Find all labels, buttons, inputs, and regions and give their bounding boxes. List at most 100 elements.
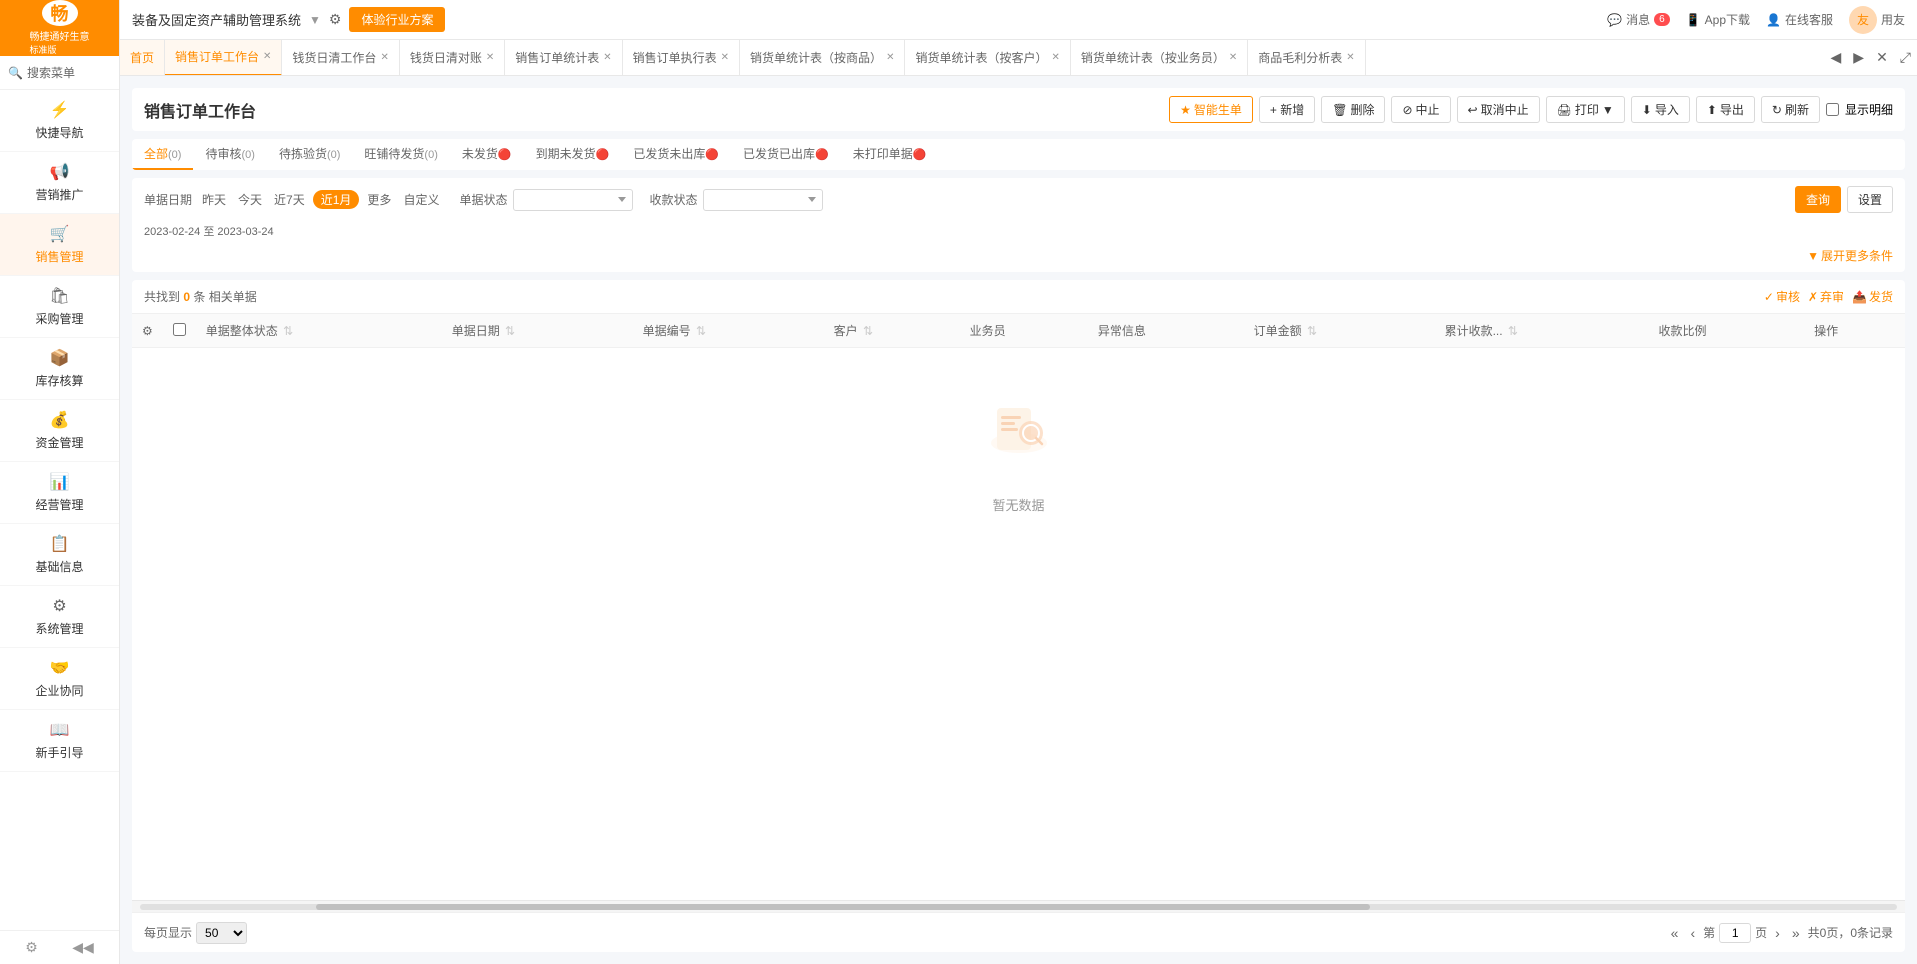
expand-filters-btn[interactable]: ▼ 展开更多条件 bbox=[1807, 247, 1893, 264]
cancel-stop-button[interactable]: ↩ 取消中止 bbox=[1457, 96, 1540, 123]
filter-tab-all[interactable]: 全部(0) bbox=[132, 139, 193, 170]
system-title-dropdown[interactable]: ▼ bbox=[309, 13, 321, 27]
page-input[interactable] bbox=[1719, 923, 1751, 943]
tab-close-icon[interactable]: ✕ bbox=[721, 52, 729, 63]
filter-tab-shipped-not-out[interactable]: 已发货未出库🔴 bbox=[621, 139, 731, 170]
export-button[interactable]: ⬆ 导出 bbox=[1696, 96, 1755, 123]
sort-icon[interactable]: ⇅ bbox=[283, 324, 293, 338]
filter-tab-count: (0) bbox=[241, 149, 254, 161]
sort-icon[interactable]: ⇅ bbox=[1508, 324, 1518, 338]
tab-close-icon[interactable]: ✕ bbox=[1051, 52, 1059, 63]
tab-close-all-btn[interactable]: ✕ bbox=[1870, 45, 1894, 70]
tab-cash-daily[interactable]: 钱货日清工作台 ✕ bbox=[282, 40, 399, 76]
show-detail-checkbox[interactable] bbox=[1826, 103, 1839, 116]
filter-tab-not-printed[interactable]: 未打印单据🔴 bbox=[841, 139, 939, 170]
tab-prev-btn[interactable]: ◀ bbox=[1825, 45, 1848, 70]
cancel-action-btn[interactable]: ✗ 弃审 bbox=[1808, 288, 1844, 305]
scrollbar-thumb[interactable] bbox=[316, 904, 1370, 910]
print-button[interactable]: 🖨 打印 ▼ bbox=[1546, 96, 1625, 123]
settings-icon[interactable]: ⚙ bbox=[25, 939, 38, 956]
tab-home[interactable]: 首页 bbox=[120, 40, 165, 76]
sidebar-item-inventory[interactable]: 📦 库存核算 bbox=[0, 338, 119, 400]
settings-col-header[interactable]: ⚙ bbox=[132, 314, 163, 348]
tab-cash-reconcile[interactable]: 钱货日清对账 ✕ bbox=[400, 40, 505, 76]
filter-tab-wangpu-deliver[interactable]: 旺铺待发货(0) bbox=[352, 139, 449, 170]
sort-icon[interactable]: ⇅ bbox=[863, 324, 873, 338]
tab-close-icon[interactable]: ✕ bbox=[1346, 52, 1354, 63]
last-page-btn[interactable]: » bbox=[1788, 923, 1804, 943]
date-opt-7days[interactable]: 近7天 bbox=[270, 189, 309, 210]
sidebar-item-sales[interactable]: 🛒 销售管理 bbox=[0, 214, 119, 276]
filter-tab-shipped-out[interactable]: 已发货已出库🔴 bbox=[731, 139, 841, 170]
date-opt-today[interactable]: 今天 bbox=[234, 189, 266, 210]
solution-button[interactable]: 体验行业方案 bbox=[349, 7, 445, 32]
system-icon: ⚙ bbox=[50, 596, 70, 616]
exception-col-header: 异常信息 bbox=[1088, 314, 1244, 348]
tab-margin-analysis[interactable]: 商品毛利分析表 ✕ bbox=[1248, 40, 1365, 76]
sort-icon[interactable]: ⇅ bbox=[505, 324, 515, 338]
app-download-item[interactable]: 📱 App下载 bbox=[1686, 11, 1750, 28]
tab-sales-execute[interactable]: 销售订单执行表 ✕ bbox=[623, 40, 740, 76]
tab-close-icon[interactable]: ✕ bbox=[1229, 52, 1237, 63]
date-opt-more[interactable]: 更多 bbox=[363, 189, 395, 210]
status-filter-item: 单据状态 bbox=[459, 189, 633, 211]
date-range-display: 2023-02-24 至 2023-03-24 bbox=[144, 223, 274, 239]
filter-tab-overdue-not-shipped[interactable]: 到期未发货🔴 bbox=[524, 139, 622, 170]
filter-tab-not-shipped[interactable]: 未发货🔴 bbox=[450, 139, 524, 170]
filter-tab-pending-review[interactable]: 待审核(0) bbox=[193, 139, 266, 170]
next-page-btn[interactable]: › bbox=[1771, 923, 1784, 943]
tab-close-icon[interactable]: ✕ bbox=[486, 52, 494, 63]
review-action-btn[interactable]: ✓ 审核 bbox=[1764, 288, 1800, 305]
ship-action-btn[interactable]: 📤 发货 bbox=[1852, 288, 1893, 305]
sidebar-item-corp[interactable]: 🤝 企业协同 bbox=[0, 648, 119, 710]
sidebar-item-purchase[interactable]: 🛍 采购管理 bbox=[0, 276, 119, 338]
tab-close-icon[interactable]: ✕ bbox=[603, 52, 611, 63]
add-button[interactable]: + 新增 bbox=[1259, 96, 1315, 123]
message-item[interactable]: 💬 消息 6 bbox=[1607, 11, 1670, 28]
tab-close-icon[interactable]: ✕ bbox=[886, 52, 894, 63]
date-opt-1month[interactable]: 近1月 bbox=[313, 190, 360, 209]
refresh-button[interactable]: ↻ 刷新 bbox=[1761, 96, 1820, 123]
sort-icon[interactable]: ⇅ bbox=[1307, 324, 1317, 338]
import-button[interactable]: ⬇ 导入 bbox=[1631, 96, 1690, 123]
prev-page-btn[interactable]: ‹ bbox=[1686, 923, 1699, 943]
topbar-gear-icon[interactable]: ⚙ bbox=[329, 11, 342, 28]
tab-sales-summary-customer[interactable]: 销货单统计表（按客户） ✕ bbox=[905, 40, 1070, 76]
tab-maximize-btn[interactable]: ⤢ bbox=[1894, 45, 1917, 70]
date-opt-yesterday[interactable]: 昨天 bbox=[198, 189, 230, 210]
payment-select[interactable] bbox=[703, 189, 823, 211]
smart-create-button[interactable]: ★ 智能生单 bbox=[1169, 96, 1253, 123]
collapse-icon[interactable]: ◀◀ bbox=[72, 939, 94, 956]
count-prefix: 共找到 bbox=[144, 290, 180, 304]
tab-close-icon[interactable]: ✕ bbox=[380, 52, 388, 63]
sidebar-item-operation[interactable]: 📊 经营管理 bbox=[0, 462, 119, 524]
sidebar-item-base-info[interactable]: 📋 基础信息 bbox=[0, 524, 119, 586]
sidebar-item-marketing[interactable]: 📢 营销推广 bbox=[0, 152, 119, 214]
horizontal-scrollbar[interactable] bbox=[132, 900, 1905, 912]
sidebar-item-system[interactable]: ⚙ 系统管理 bbox=[0, 586, 119, 648]
status-select[interactable] bbox=[513, 189, 633, 211]
sidebar-item-guide[interactable]: 📖 新手引导 bbox=[0, 710, 119, 772]
stop-button[interactable]: ⊘ 中止 bbox=[1391, 96, 1450, 123]
date-opt-custom[interactable]: 自定义 bbox=[399, 189, 443, 210]
tab-next-btn[interactable]: ▶ bbox=[1847, 45, 1870, 70]
select-all-checkbox[interactable] bbox=[173, 323, 186, 336]
sidebar-item-finance[interactable]: 💰 资金管理 bbox=[0, 400, 119, 462]
tab-sales-workbench[interactable]: 销售订单工作台 ✕ bbox=[165, 40, 282, 76]
tab-close-icon[interactable]: ✕ bbox=[263, 51, 271, 62]
filter-tab-pending-inspect[interactable]: 待拣验货(0) bbox=[267, 139, 352, 170]
filter-setting-button[interactable]: 设置 bbox=[1847, 186, 1893, 213]
page-size-select[interactable]: 50 100 200 bbox=[196, 922, 247, 944]
sort-icon[interactable]: ⇅ bbox=[696, 324, 706, 338]
tab-sales-summary-product[interactable]: 销货单统计表（按商品） ✕ bbox=[740, 40, 905, 76]
first-page-btn[interactable]: « bbox=[1667, 923, 1683, 943]
checkbox-col-header[interactable] bbox=[163, 314, 196, 348]
query-button[interactable]: 查询 bbox=[1795, 186, 1841, 213]
sidebar-item-quick-nav[interactable]: ⚡ 快捷导航 bbox=[0, 90, 119, 152]
online-service-item[interactable]: 👤 在线客服 bbox=[1766, 11, 1833, 28]
user-item[interactable]: 友 用友 bbox=[1849, 6, 1905, 34]
search-menu[interactable]: 🔍 搜索菜单 bbox=[0, 56, 119, 90]
tab-sales-stats[interactable]: 销售订单统计表 ✕ bbox=[505, 40, 622, 76]
delete-button[interactable]: 🗑 删除 bbox=[1321, 96, 1385, 123]
tab-sales-summary-staff[interactable]: 销货单统计表（按业务员） ✕ bbox=[1071, 40, 1248, 76]
